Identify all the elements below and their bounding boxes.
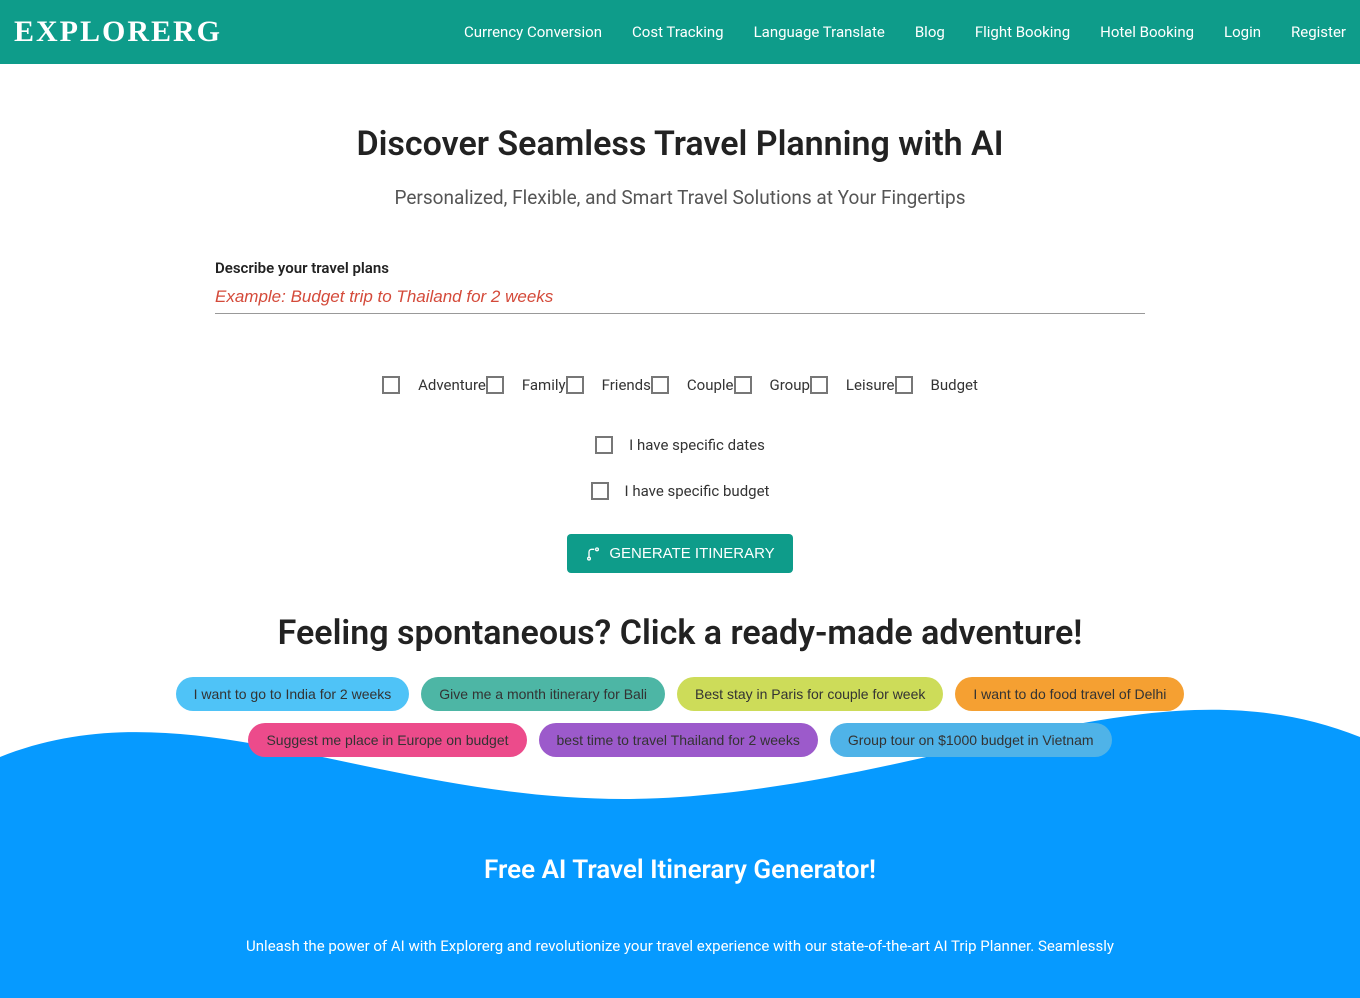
nav-language-translate[interactable]: Language Translate (754, 23, 885, 41)
checkbox-budget[interactable] (895, 376, 913, 394)
nav-flight-booking[interactable]: Flight Booking (975, 23, 1070, 41)
nav-blog[interactable]: Blog (915, 23, 945, 41)
checkbox-specific-dates[interactable] (595, 436, 613, 454)
suggestion-chips: I want to go to India for 2 weeks Give m… (0, 677, 1360, 757)
header: EXPLORERG Currency Conversion Cost Track… (0, 0, 1360, 64)
chip-delhi-food[interactable]: I want to do food travel of Delhi (955, 677, 1184, 711)
nav-cost-tracking[interactable]: Cost Tracking (632, 23, 724, 41)
checkbox-specific-budget[interactable] (591, 482, 609, 500)
checkbox-couple[interactable] (651, 376, 669, 394)
generate-button-label: GENERATE ITINERARY (609, 545, 774, 562)
info-body: Unleash the power of AI with Explorerg a… (180, 935, 1180, 958)
chip-india-2-weeks[interactable]: I want to go to India for 2 weeks (176, 677, 410, 711)
route-icon (585, 546, 601, 562)
checkbox-family[interactable] (486, 376, 504, 394)
label-adventure: Adventure (418, 376, 486, 394)
hero-title: Discover Seamless Travel Planning with A… (0, 124, 1360, 164)
generate-itinerary-button[interactable]: GENERATE ITINERARY (567, 534, 792, 573)
plan-form: Describe your travel plans (215, 259, 1145, 314)
info-title: Free AI Travel Itinerary Generator! (40, 835, 1320, 885)
label-budget: Budget (931, 376, 978, 394)
checkbox-group[interactable] (734, 376, 752, 394)
trip-tags-row: Adventure Family Friends Couple Group Le… (0, 376, 1360, 394)
hero: Discover Seamless Travel Planning with A… (0, 64, 1360, 209)
spontaneous-title: Feeling spontaneous? Click a ready-made … (0, 613, 1360, 653)
label-specific-dates: I have specific dates (629, 436, 765, 454)
chip-bali-month[interactable]: Give me a month itinerary for Bali (421, 677, 665, 711)
nav-hotel-booking[interactable]: Hotel Booking (1100, 23, 1194, 41)
travel-plans-input[interactable] (215, 277, 1145, 314)
label-leisure: Leisure (846, 376, 895, 394)
hero-subtitle: Personalized, Flexible, and Smart Travel… (0, 186, 1360, 209)
chip-europe-budget[interactable]: Suggest me place in Europe on budget (248, 723, 526, 757)
chip-vietnam-group[interactable]: Group tour on $1000 budget in Vietnam (830, 723, 1112, 757)
label-couple: Couple (687, 376, 734, 394)
label-group: Group (770, 376, 810, 394)
checkbox-leisure[interactable] (810, 376, 828, 394)
chip-paris-couple[interactable]: Best stay in Paris for couple for week (677, 677, 943, 711)
checkbox-adventure[interactable] (382, 376, 400, 394)
travel-input-label: Describe your travel plans (215, 259, 1145, 277)
main-nav: Currency Conversion Cost Tracking Langua… (464, 23, 1346, 41)
label-friends: Friends (602, 376, 651, 394)
label-specific-budget: I have specific budget (625, 482, 770, 500)
nav-login[interactable]: Login (1224, 23, 1261, 41)
chip-thailand-best-time[interactable]: best time to travel Thailand for 2 weeks (539, 723, 818, 757)
brand-logo[interactable]: EXPLORERG (14, 15, 222, 49)
label-family: Family (522, 376, 566, 394)
specific-budget-row: I have specific budget (0, 482, 1360, 500)
checkbox-friends[interactable] (566, 376, 584, 394)
info-section: Free AI Travel Itinerary Generator! Unle… (0, 835, 1360, 998)
nav-register[interactable]: Register (1291, 23, 1346, 41)
nav-currency-conversion[interactable]: Currency Conversion (464, 23, 602, 41)
specific-dates-row: I have specific dates (0, 436, 1360, 454)
